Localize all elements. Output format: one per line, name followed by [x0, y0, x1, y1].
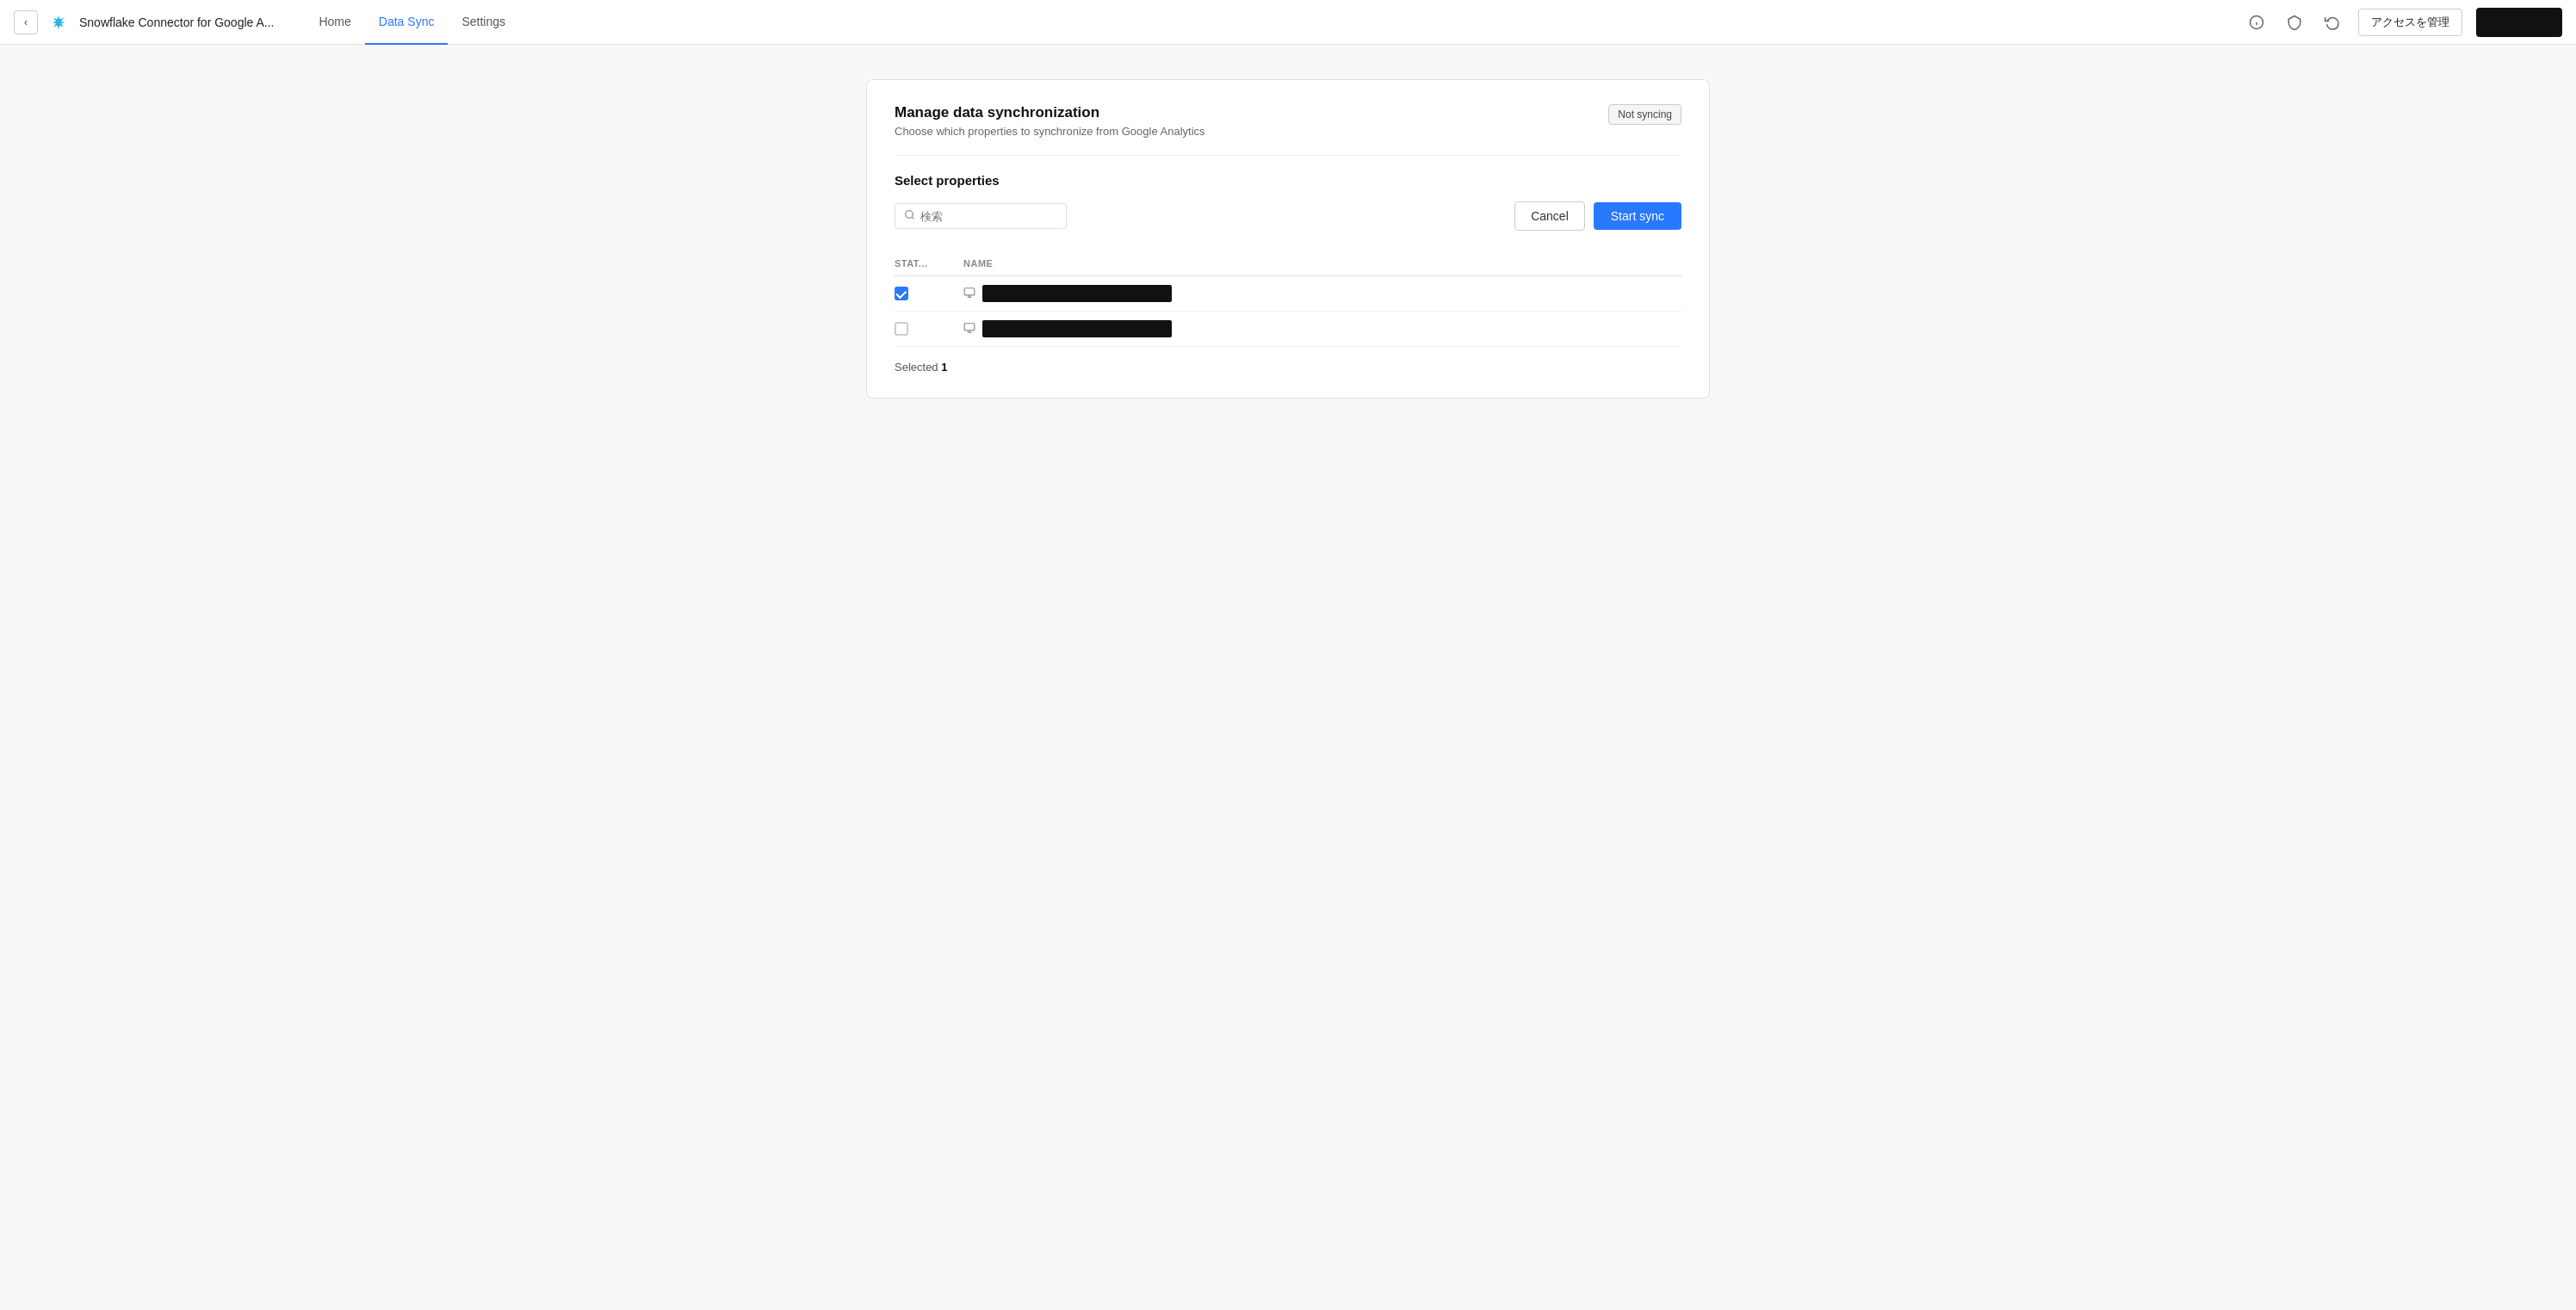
back-icon: ‹	[24, 16, 28, 28]
nav-item-home[interactable]: Home	[305, 0, 364, 45]
select-properties-section: Select properties Cancel Start sync	[895, 173, 1681, 374]
sync-card: Manage data synchronization Choose which…	[866, 79, 1710, 399]
info-icon[interactable]	[2245, 10, 2269, 34]
selected-count-value: 1	[941, 361, 947, 374]
card-subtitle: Choose which properties to synchronize f…	[895, 125, 1205, 138]
search-row: Cancel Start sync	[895, 201, 1681, 231]
properties-table: STAT... NAME	[895, 251, 1681, 347]
app-logo	[48, 12, 69, 33]
cancel-button[interactable]: Cancel	[1514, 201, 1585, 231]
name-cell-2	[963, 320, 1681, 337]
search-input[interactable]	[920, 210, 1057, 223]
name-cell-1	[963, 285, 1681, 302]
table-row	[895, 312, 1681, 347]
history-icon[interactable]	[2320, 10, 2344, 34]
checkbox-cell-2	[895, 322, 963, 336]
section-title: Select properties	[895, 173, 1681, 188]
access-manage-button[interactable]: アクセスを管理	[2358, 9, 2462, 36]
search-icon	[904, 209, 915, 223]
topbar: ‹ Snowflake Connector for Google A... Ho…	[0, 0, 2576, 45]
search-input-wrap[interactable]	[895, 203, 1067, 229]
checkbox-2[interactable]	[895, 322, 908, 336]
start-sync-button[interactable]: Start sync	[1594, 202, 1681, 230]
card-header: Manage data synchronization Choose which…	[895, 104, 1681, 156]
svg-rect-8	[964, 323, 975, 330]
app-title: Snowflake Connector for Google A...	[79, 15, 274, 29]
col-header-status: STAT...	[895, 258, 963, 269]
action-buttons: Cancel Start sync	[1514, 201, 1681, 231]
shield-icon[interactable]	[2282, 10, 2307, 34]
row-icon-1	[963, 287, 975, 301]
svg-line-4	[912, 217, 913, 219]
topbar-right: アクセスを管理	[2245, 8, 2562, 37]
row-name-redacted-1	[982, 285, 1172, 302]
table-row	[895, 276, 1681, 312]
nav-item-data-sync[interactable]: Data Sync	[365, 0, 449, 45]
svg-rect-5	[964, 287, 975, 294]
card-title: Manage data synchronization	[895, 104, 1205, 121]
status-badge: Not syncing	[1608, 104, 1681, 125]
nav-item-settings[interactable]: Settings	[448, 0, 519, 45]
user-button[interactable]	[2476, 8, 2562, 37]
checkbox-cell-1	[895, 287, 963, 300]
card-header-text: Manage data synchronization Choose which…	[895, 104, 1205, 138]
main-content: Manage data synchronization Choose which…	[814, 45, 1762, 433]
checkbox-1[interactable]	[895, 287, 908, 300]
selected-count: Selected 1	[895, 361, 1681, 374]
row-name-redacted-2	[982, 320, 1172, 337]
col-header-name: NAME	[963, 258, 1681, 269]
table-header: STAT... NAME	[895, 251, 1681, 276]
svg-point-3	[906, 211, 913, 219]
row-icon-2	[963, 322, 975, 337]
back-button[interactable]: ‹	[14, 10, 38, 34]
main-nav: Home Data Sync Settings	[305, 0, 2234, 45]
